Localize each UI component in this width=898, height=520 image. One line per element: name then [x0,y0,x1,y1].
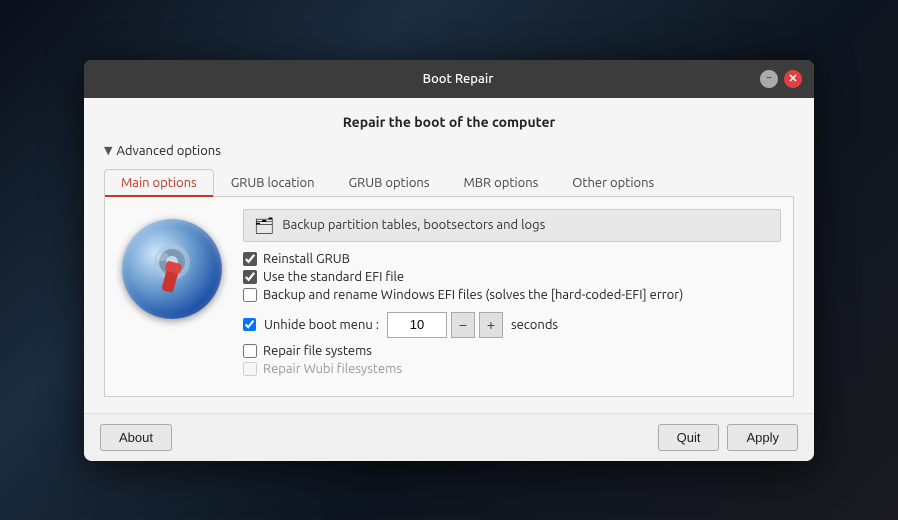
apply-button[interactable]: Apply [727,424,798,451]
repair-filesystems-label: Repair file systems [263,344,372,358]
bottom-bar: About Quit Apply [84,413,814,461]
backup-windows-checkbox[interactable] [243,288,257,302]
backup-windows-label: Backup and rename Windows EFI files (sol… [263,288,683,302]
spinner: − + [387,312,503,338]
titlebar-controls: − ✕ [760,70,802,88]
quit-button[interactable]: Quit [658,424,720,451]
reinstall-grub-label: Reinstall GRUB [263,252,350,266]
about-button[interactable]: About [100,424,172,451]
standard-efi-checkbox[interactable] [243,270,257,284]
boot-repair-window: Boot Repair − ✕ Repair the boot of the c… [84,60,814,461]
advanced-options-toggle[interactable]: ▼ Advanced options [104,144,794,158]
logo-area [117,209,227,380]
checkbox-row-backup-windows: Backup and rename Windows EFI files (sol… [243,288,781,302]
page-title: Repair the boot of the computer [104,114,794,130]
bottom-left: About [100,424,172,451]
tab-content: 🗂 Backup partition tables, bootsectors a… [104,197,794,397]
checkbox-row-standard-efi: Use the standard EFI file [243,270,781,284]
window-title: Boot Repair [156,72,760,86]
unhide-boot-row: Unhide boot menu : − + seconds [243,312,781,338]
seconds-label: seconds [511,318,558,332]
spinner-input[interactable] [387,312,447,338]
logo-svg [137,234,207,304]
titlebar: Boot Repair − ✕ [84,60,814,98]
tab-inner: 🗂 Backup partition tables, bootsectors a… [117,209,781,380]
bottom-right: Quit Apply [658,424,798,451]
tab-mbr-options[interactable]: MBR options [447,169,556,197]
repair-filesystems-checkbox[interactable] [243,344,257,358]
spinner-decrement[interactable]: − [451,312,475,338]
checkbox-row-repair-fs: Repair file systems [243,344,781,358]
repair-wubi-label: Repair Wubi filesystems [263,362,402,376]
folder-icon: 🗂 [254,216,274,235]
arrow-icon: ▼ [104,144,112,157]
unhide-boot-checkbox[interactable] [243,318,256,331]
tab-other-options[interactable]: Other options [555,169,671,197]
standard-efi-label: Use the standard EFI file [263,270,404,284]
tab-grub-location[interactable]: GRUB location [214,169,332,197]
main-content: Repair the boot of the computer ▼ Advanc… [84,98,814,413]
backup-text: Backup partition tables, bootsectors and… [282,218,545,232]
options-panel: 🗂 Backup partition tables, bootsectors a… [243,209,781,380]
tabs-bar: Main options GRUB location GRUB options … [104,168,794,197]
advanced-options-label: Advanced options [116,144,220,158]
tab-grub-options[interactable]: GRUB options [332,169,447,197]
spinner-increment[interactable]: + [479,312,503,338]
backup-row: 🗂 Backup partition tables, bootsectors a… [243,209,781,242]
logo-circle [122,219,222,319]
repair-wubi-checkbox[interactable] [243,362,257,376]
checkbox-row-repair-wubi: Repair Wubi filesystems [243,362,781,376]
reinstall-grub-checkbox[interactable] [243,252,257,266]
unhide-boot-label: Unhide boot menu : [264,318,379,332]
close-button[interactable]: ✕ [784,70,802,88]
minimize-button[interactable]: − [760,70,778,88]
checkbox-row-reinstall: Reinstall GRUB [243,252,781,266]
checkbox-group-1: Reinstall GRUB Use the standard EFI file… [243,252,781,302]
tab-main-options[interactable]: Main options [104,169,214,197]
